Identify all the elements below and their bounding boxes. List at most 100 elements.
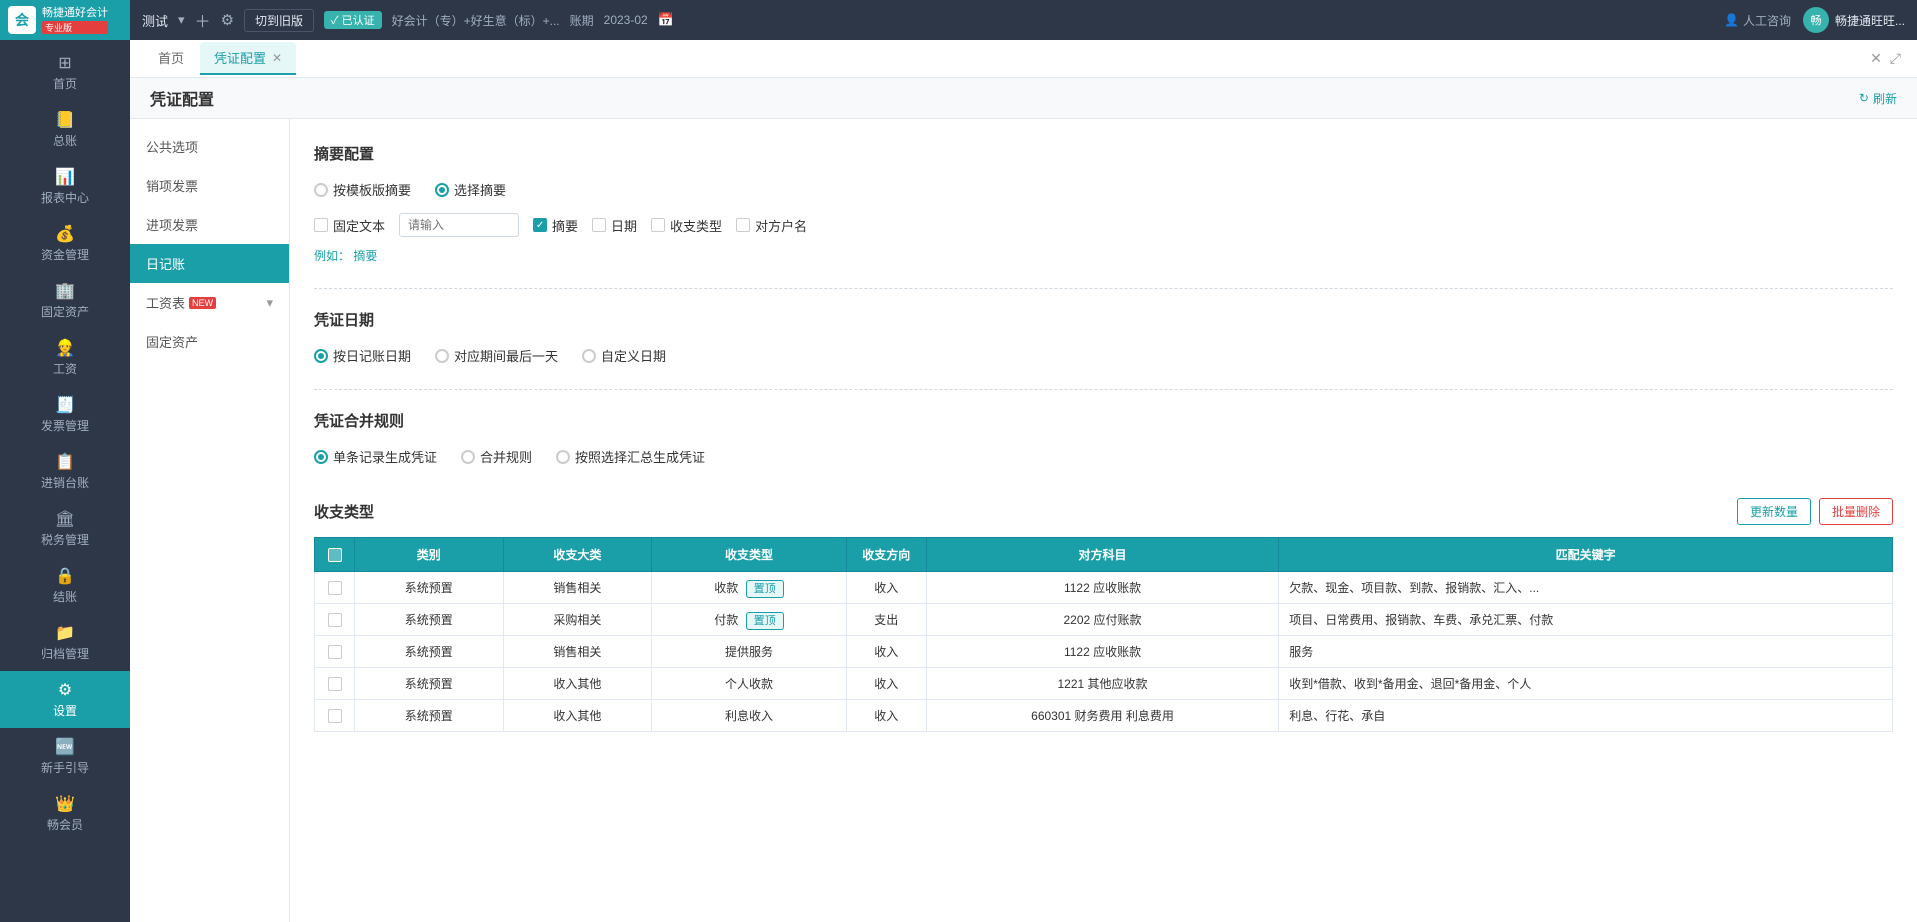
row-checkbox-2[interactable] bbox=[328, 645, 342, 659]
calendar-icon[interactable]: 📅 bbox=[658, 12, 674, 28]
row-keywords-4: 利息、行花、承自 bbox=[1279, 700, 1893, 732]
row-keywords-0: 欠款、现金、项目款、到款、报销款、汇入、... bbox=[1279, 572, 1893, 604]
tab-home[interactable]: 首页 bbox=[142, 40, 200, 77]
checkbox-counterparty[interactable]: 对方户名 bbox=[736, 216, 807, 235]
funds-icon: 💰 bbox=[55, 224, 75, 244]
batch-delete-button[interactable]: 批量删除 bbox=[1819, 498, 1893, 525]
income-expense-section: 收支类型 更新数量 批量删除 类别 bbox=[314, 498, 1893, 732]
update-count-button[interactable]: 更新数量 bbox=[1737, 498, 1811, 525]
radio-select-summary[interactable]: 选择摘要 bbox=[435, 180, 506, 199]
radio-single-record[interactable]: 单条记录生成凭证 bbox=[314, 447, 437, 466]
invoices-icon: 🧾 bbox=[55, 395, 75, 415]
summary-radio-group: 按模板版摘要 选择摘要 bbox=[314, 180, 1893, 199]
sidebar-item-ledger[interactable]: 📒 总账 bbox=[0, 101, 130, 158]
product-info: 好会计（专）+好生意（标）+... bbox=[392, 12, 560, 29]
reports-icon: 📊 bbox=[55, 167, 75, 187]
config-sidebar-item-fixed-assets[interactable]: 固定资产 bbox=[130, 322, 289, 361]
config-sidebar-item-journal[interactable]: 日记账 bbox=[130, 244, 289, 283]
config-sidebar-item-public[interactable]: 公共选项 bbox=[130, 127, 289, 166]
income-expense-title: 收支类型 bbox=[314, 501, 374, 522]
radio-summary-generate[interactable]: 按照选择汇总生成凭证 bbox=[556, 447, 705, 466]
user-area[interactable]: 畅 畅捷通旺旺... bbox=[1803, 7, 1905, 33]
radio-circle-journal bbox=[314, 349, 328, 363]
window-maximize-icon[interactable]: ⤢ bbox=[1890, 50, 1901, 67]
sidebar: ⊞ 首页 📒 总账 📊 报表中心 💰 资金管理 🏢 固定资产 👷 工资 🧾 发票… bbox=[0, 40, 130, 922]
fixed-text-input[interactable] bbox=[399, 213, 519, 237]
closing-icon: 🔒 bbox=[55, 566, 75, 586]
tab-voucher-config[interactable]: 凭证配置 ✕ bbox=[200, 42, 296, 75]
sidebar-item-closing[interactable]: 🔒 结账 bbox=[0, 557, 130, 614]
sidebar-item-settings[interactable]: ⚙ 设置 bbox=[0, 671, 130, 728]
row-category-1: 系统预置 bbox=[355, 604, 504, 636]
pin-tag-0[interactable]: 置顶 bbox=[746, 580, 784, 598]
switch-version-button[interactable]: 切到旧版 bbox=[244, 9, 314, 32]
tax-icon: 🏛 bbox=[55, 509, 75, 529]
row-direction-0: 收入 bbox=[846, 572, 926, 604]
date-radio-group: 按日记账日期 对应期间最后一天 自定义日期 bbox=[314, 346, 1893, 365]
config-main: 摘要配置 按模板版摘要 选择摘要 bbox=[290, 119, 1917, 922]
company-dropdown-icon[interactable]: ▾ bbox=[178, 12, 185, 28]
config-sidebar-item-payroll-sheet[interactable]: 工资表 NEW ▾ bbox=[130, 283, 289, 322]
row-checkbox-0[interactable] bbox=[328, 581, 342, 595]
example-row: 例如： 摘要 bbox=[314, 247, 1893, 264]
window-close-icon[interactable]: ✕ bbox=[1870, 50, 1882, 67]
row-type-1: 付款 置顶 bbox=[652, 604, 847, 636]
sidebar-item-archive[interactable]: 📁 归档管理 bbox=[0, 614, 130, 671]
checkbox-summary[interactable]: ✓ 摘要 bbox=[533, 216, 578, 235]
sidebar-item-funds[interactable]: 💰 资金管理 bbox=[0, 215, 130, 272]
row-account-0: 1122 应收账款 bbox=[926, 572, 1279, 604]
row-category-3: 系统预置 bbox=[355, 668, 504, 700]
add-icon[interactable]: ＋ bbox=[195, 8, 211, 32]
config-sidebar-item-purchase-invoice[interactable]: 进项发票 bbox=[130, 205, 289, 244]
radio-period-last-day[interactable]: 对应期间最后一天 bbox=[435, 346, 558, 365]
company-name: 测试 bbox=[142, 11, 168, 30]
row-direction-4: 收入 bbox=[846, 700, 926, 732]
col-category: 类别 bbox=[355, 538, 504, 572]
table-row: 系统预置 销售相关 收款 置顶 收入 1122 应收账款 欠款、现金、项目款、到… bbox=[315, 572, 1893, 604]
radio-journal-date[interactable]: 按日记账日期 bbox=[314, 346, 411, 365]
purchase-sales-icon: 📋 bbox=[55, 452, 75, 472]
row-checkbox-1[interactable] bbox=[328, 613, 342, 627]
sidebar-item-home[interactable]: ⊞ 首页 bbox=[0, 44, 130, 101]
avatar: 畅 bbox=[1803, 7, 1829, 33]
row-category-0: 系统预置 bbox=[355, 572, 504, 604]
period-value: 2023-02 bbox=[604, 13, 648, 27]
sidebar-item-fixed-assets[interactable]: 🏢 固定资产 bbox=[0, 272, 130, 329]
arrow-right-icon: ▾ bbox=[266, 295, 273, 311]
sidebar-item-tax[interactable]: 🏛 税务管理 bbox=[0, 500, 130, 557]
sidebar-item-invoices[interactable]: 🧾 发票管理 bbox=[0, 386, 130, 443]
tab-close-icon[interactable]: ✕ bbox=[272, 51, 282, 65]
row-type-2: 提供服务 bbox=[652, 636, 847, 668]
payroll-icon: 👷 bbox=[55, 338, 75, 358]
sidebar-item-purchase-sales[interactable]: 📋 进销台账 bbox=[0, 443, 130, 500]
checkbox-type[interactable]: 收支类型 bbox=[651, 216, 722, 235]
row-checkbox-4[interactable] bbox=[328, 709, 342, 723]
row-checkbox-3[interactable] bbox=[328, 677, 342, 691]
income-expense-table: 类别 收支大类 收支类型 收支方向 对方科目 匹配关键字 bbox=[314, 537, 1893, 732]
fixed-assets-icon: 🏢 bbox=[55, 281, 75, 301]
sidebar-item-reports[interactable]: 📊 报表中心 bbox=[0, 158, 130, 215]
radio-merge-rule[interactable]: 合并规则 bbox=[461, 447, 532, 466]
radio-custom-date[interactable]: 自定义日期 bbox=[582, 346, 666, 365]
sidebar-item-vip[interactable]: 👑 畅会员 bbox=[0, 785, 130, 842]
sidebar-item-guide[interactable]: 🆕 新手引导 bbox=[0, 728, 130, 785]
consult-button[interactable]: 👤 人工咨询 bbox=[1724, 12, 1791, 29]
checkbox-date[interactable]: 日期 bbox=[592, 216, 637, 235]
settings-icon[interactable]: ⚙ bbox=[221, 11, 234, 29]
col-direction: 收支方向 bbox=[846, 538, 926, 572]
radio-template[interactable]: 按模板版摘要 bbox=[314, 180, 411, 199]
sidebar-item-payroll[interactable]: 👷 工资 bbox=[0, 329, 130, 386]
refresh-button[interactable]: ↻ 刷新 bbox=[1859, 90, 1897, 107]
date-section: 凭证日期 按日记账日期 对应期间最后一天 bbox=[314, 309, 1893, 365]
user-name: 畅捷通旺旺... bbox=[1835, 12, 1905, 29]
row-type-4: 利息收入 bbox=[652, 700, 847, 732]
checkbox-fixed-text[interactable]: 固定文本 bbox=[314, 216, 385, 235]
table-row: 系统预置 收入其他 利息收入 收入 660301 财务费用 利息费用 利息、行花… bbox=[315, 700, 1893, 732]
ledger-icon: 📒 bbox=[55, 110, 75, 130]
settings-icon-sidebar: ⚙ bbox=[58, 680, 72, 700]
config-sidebar-item-sales-invoice[interactable]: 销项发票 bbox=[130, 166, 289, 205]
pin-tag-1[interactable]: 置顶 bbox=[746, 612, 784, 630]
select-all-checkbox[interactable] bbox=[328, 548, 342, 562]
guide-icon: 🆕 bbox=[55, 737, 75, 757]
col-account: 对方科目 bbox=[926, 538, 1279, 572]
